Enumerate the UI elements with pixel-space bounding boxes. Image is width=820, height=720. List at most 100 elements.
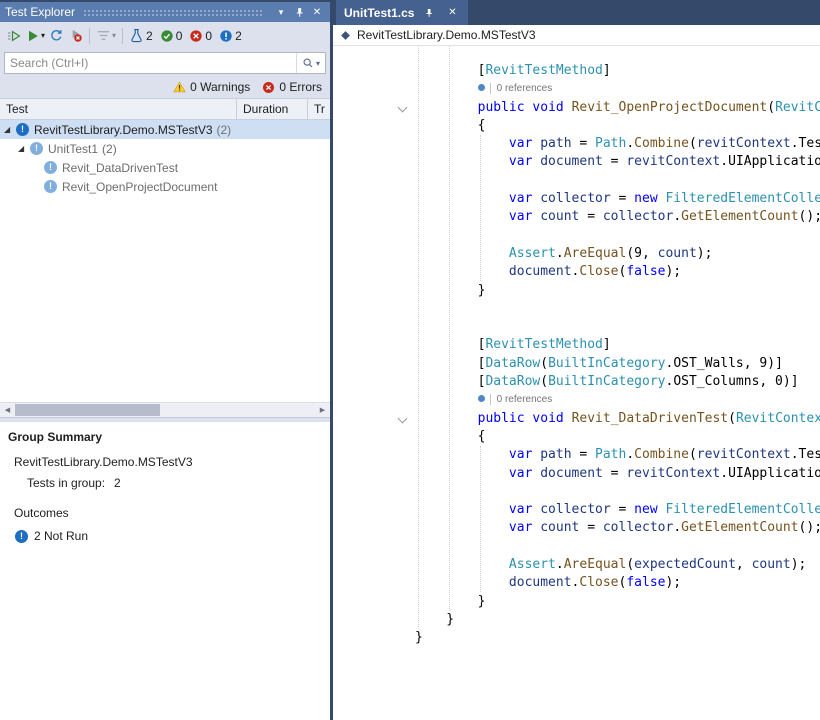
- project-icon: [340, 30, 351, 41]
- run-all-tests-button[interactable]: [4, 26, 24, 46]
- test-explorer-panel: Test Explorer ▾ ▾ 2: [0, 2, 330, 720]
- scrollbar-thumb[interactable]: [15, 404, 160, 416]
- code-line: var collector = new FilteredElementColle…: [508, 502, 820, 518]
- search-input[interactable]: [5, 53, 296, 73]
- test-tree-row[interactable]: RevitTestLibrary.Demo.MSTestV3(2): [0, 120, 330, 139]
- test-name-label: UnitTest1: [48, 141, 99, 156]
- not-run-icon: [30, 142, 43, 155]
- run-failed-tests-button[interactable]: [66, 26, 85, 46]
- code-line: var count = collector.GetElementCount();: [508, 209, 820, 225]
- tab-close-icon[interactable]: [444, 5, 460, 20]
- scrollbar-track[interactable]: [15, 403, 315, 417]
- navigation-bar[interactable]: RevitTestLibrary.Demo.MSTestV3: [333, 25, 820, 46]
- column-header-duration[interactable]: Duration: [237, 99, 308, 119]
- test-tree-row[interactable]: Revit_DataDrivenTest: [0, 158, 330, 177]
- window-position-icon[interactable]: [273, 5, 289, 20]
- test-tree-row[interactable]: Revit_OpenProjectDocument: [0, 177, 330, 196]
- not-run-icon: [44, 180, 57, 193]
- code-line: var collector = new FilteredElementColle…: [508, 191, 820, 207]
- code-lines: [RevitTestMethod] 0 references public vo…: [333, 62, 820, 648]
- code-line: {: [415, 117, 486, 133]
- test-explorer-titlebar[interactable]: Test Explorer: [0, 2, 330, 22]
- tests-in-group-value: 2: [114, 476, 121, 490]
- code-line: }: [415, 282, 486, 298]
- run-dropdown-icon[interactable]: ▾: [41, 31, 45, 40]
- not-run-icon: [44, 161, 57, 174]
- passed-circle-icon: [160, 29, 174, 43]
- close-icon[interactable]: [309, 5, 325, 20]
- codelens-line[interactable]: 0 references: [333, 80, 820, 98]
- run-button[interactable]: ▾: [24, 26, 47, 46]
- tree-column-headers: Test Duration Tr: [0, 98, 330, 120]
- code-line: Assert.AreEqual(expectedCount, count);: [508, 557, 807, 573]
- search-icon: [302, 57, 314, 69]
- test-tree[interactable]: RevitTestLibrary.Demo.MSTestV3(2)UnitTes…: [0, 120, 330, 402]
- test-tree-row[interactable]: UnitTest1(2): [0, 139, 330, 158]
- codelens-dot-icon: [477, 395, 485, 403]
- code-line: }: [415, 611, 455, 627]
- tests-notrun-filter[interactable]: 2: [217, 26, 247, 46]
- error-icon: [262, 81, 275, 94]
- test-explorer-toolbar: ▾ ▾ 2 0 0 2: [0, 22, 330, 49]
- expander-icon[interactable]: [4, 125, 16, 134]
- toolbar-separator: [122, 27, 124, 44]
- errors-toggle[interactable]: 0 Errors: [262, 80, 322, 94]
- build-status-row: 0 Warnings 0 Errors: [0, 76, 330, 98]
- vs-window: { "test_explorer": { "title": "Test Expl…: [0, 0, 820, 720]
- pin-icon[interactable]: [291, 5, 307, 20]
- codelens-references-label[interactable]: 0 references: [489, 83, 553, 95]
- tests-total-count: 2: [146, 28, 153, 43]
- column-header-test[interactable]: Test: [0, 99, 237, 119]
- outline-collapse-icon[interactable]: [397, 102, 408, 113]
- tab-unittest1[interactable]: UnitTest1.cs: [336, 0, 469, 25]
- code-line: var document = revitContext.UIApplicatio…: [508, 465, 820, 481]
- warnings-toggle[interactable]: 0 Warnings: [173, 80, 250, 94]
- tests-total-filter[interactable]: 2: [127, 26, 158, 46]
- code-line: [DataRow(BuiltInCategory.OST_Walls, 9)]: [415, 355, 783, 371]
- playlist-button[interactable]: ▾: [94, 26, 118, 46]
- search-options-button[interactable]: ▾: [296, 53, 325, 73]
- code-line: [RevitTestMethod]: [415, 63, 611, 78]
- codelens-references-label[interactable]: 0 references: [489, 394, 553, 406]
- failed-circle-icon: [189, 29, 203, 43]
- tree-horizontal-scrollbar[interactable]: [0, 402, 330, 417]
- code-line: }: [415, 630, 423, 646]
- codelens-line[interactable]: 0 references: [333, 391, 820, 409]
- beaker-icon: [129, 28, 144, 43]
- code-line: public void Revit_OpenProjectDocument(Re…: [333, 99, 820, 117]
- tests-passed-count: 0: [175, 28, 183, 43]
- toolbar-separator: [89, 27, 91, 44]
- code-area[interactable]: [RevitTestMethod] 0 references public vo…: [333, 46, 820, 720]
- playlist-dropdown-icon[interactable]: ▾: [112, 31, 116, 40]
- code-line: {: [415, 428, 486, 444]
- test-explorer-title: Test Explorer: [5, 5, 76, 19]
- tests-failed-count: 0: [205, 28, 213, 43]
- code-line: }: [415, 593, 486, 609]
- test-count-label: (2): [216, 122, 232, 137]
- test-name-label: RevitTestLibrary.Demo.MSTestV3: [34, 122, 213, 137]
- column-header-traits[interactable]: Tr: [308, 99, 330, 119]
- scroll-left-arrow-icon[interactable]: [0, 406, 15, 414]
- group-summary-group-name: RevitTestLibrary.Demo.MSTestV3: [14, 455, 193, 469]
- group-summary-tests-in-group: Tests in group: 2: [27, 476, 322, 490]
- test-count-label: (2): [102, 141, 117, 156]
- document-tabstrip: UnitTest1.cs: [333, 0, 820, 25]
- tests-passed-filter[interactable]: 0: [158, 26, 188, 46]
- group-summary-panel: Group Summary RevitTestLibrary.Demo.MSTe…: [0, 422, 330, 720]
- code-line: var path = Path.Combine(revitContext.Tes…: [508, 447, 820, 463]
- tab-pin-icon[interactable]: [421, 5, 437, 20]
- code-line: public void Revit_DataDrivenTest(RevitCo…: [333, 410, 820, 428]
- expander-icon[interactable]: [18, 144, 30, 153]
- breadcrumb-text: RevitTestLibrary.Demo.MSTestV3: [357, 28, 536, 42]
- tests-failed-filter[interactable]: 0: [187, 26, 217, 46]
- code-line: var count = collector.GetElementCount();: [508, 520, 820, 536]
- scroll-right-arrow-icon[interactable]: [315, 406, 330, 414]
- titlebar-grip: [83, 7, 263, 17]
- repeat-last-run-button[interactable]: [47, 26, 66, 46]
- outline-collapse-icon[interactable]: [397, 413, 408, 424]
- errors-label: 0 Errors: [279, 80, 322, 94]
